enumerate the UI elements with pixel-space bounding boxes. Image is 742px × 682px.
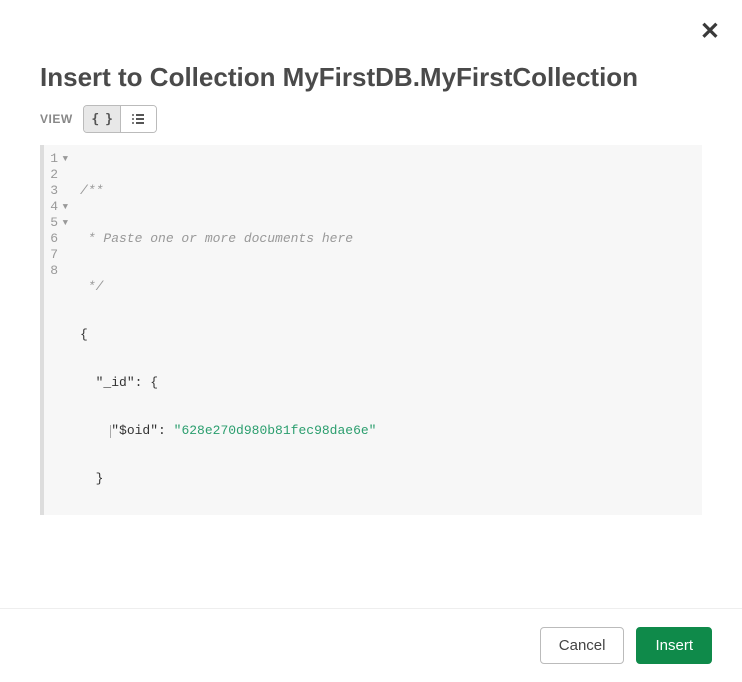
view-label: VIEW (40, 112, 73, 126)
code-text: "$oid" (111, 423, 158, 438)
fold-arrow-icon[interactable]: ▼ (61, 215, 68, 231)
modal-title: Insert to Collection MyFirstDB.MyFirstCo… (40, 62, 702, 93)
cancel-button[interactable]: Cancel (540, 627, 625, 664)
editor-gutter: 1▼ 2 3 4▼ 5▼ 6 7 8 (44, 145, 72, 515)
code-text: "628e270d980b81fec98dae6e" (174, 423, 377, 438)
code-text: } (80, 471, 103, 486)
code-text: : (158, 423, 174, 438)
line-number: 1 (50, 151, 58, 167)
line-number: 4 (50, 199, 58, 215)
view-json-button[interactable]: { } (84, 106, 120, 132)
view-toggle-group: { } (83, 105, 157, 133)
insert-button[interactable]: Insert (636, 627, 712, 664)
fold-arrow-icon[interactable]: ▼ (61, 199, 68, 215)
view-list-button[interactable] (120, 106, 156, 132)
line-number: 6 (50, 231, 58, 247)
line-number: 2 (50, 167, 58, 183)
modal-footer: Cancel Insert (0, 608, 742, 682)
line-number: 7 (50, 247, 58, 263)
list-icon (132, 114, 144, 124)
code-text: { (80, 327, 88, 342)
fold-arrow-icon[interactable]: ▼ (61, 151, 68, 167)
insert-document-modal: ✕ Insert to Collection MyFirstDB.MyFirst… (0, 0, 742, 682)
line-number: 8 (50, 263, 58, 279)
editor-content[interactable]: /** * Paste one or more documents here *… (72, 145, 702, 515)
view-toggle-row: VIEW { } (40, 105, 702, 133)
code-text: "_id" (96, 375, 135, 390)
code-text: /** (80, 183, 103, 198)
line-number: 3 (50, 183, 58, 199)
braces-icon: { } (91, 112, 111, 127)
line-number: 5 (50, 215, 58, 231)
close-icon[interactable]: ✕ (700, 20, 720, 44)
code-text: : { (135, 375, 158, 390)
code-text: */ (80, 279, 103, 294)
code-text: * Paste one or more documents here (80, 231, 353, 246)
json-editor[interactable]: 1▼ 2 3 4▼ 5▼ 6 7 8 /** * Paste one or mo… (40, 145, 702, 515)
